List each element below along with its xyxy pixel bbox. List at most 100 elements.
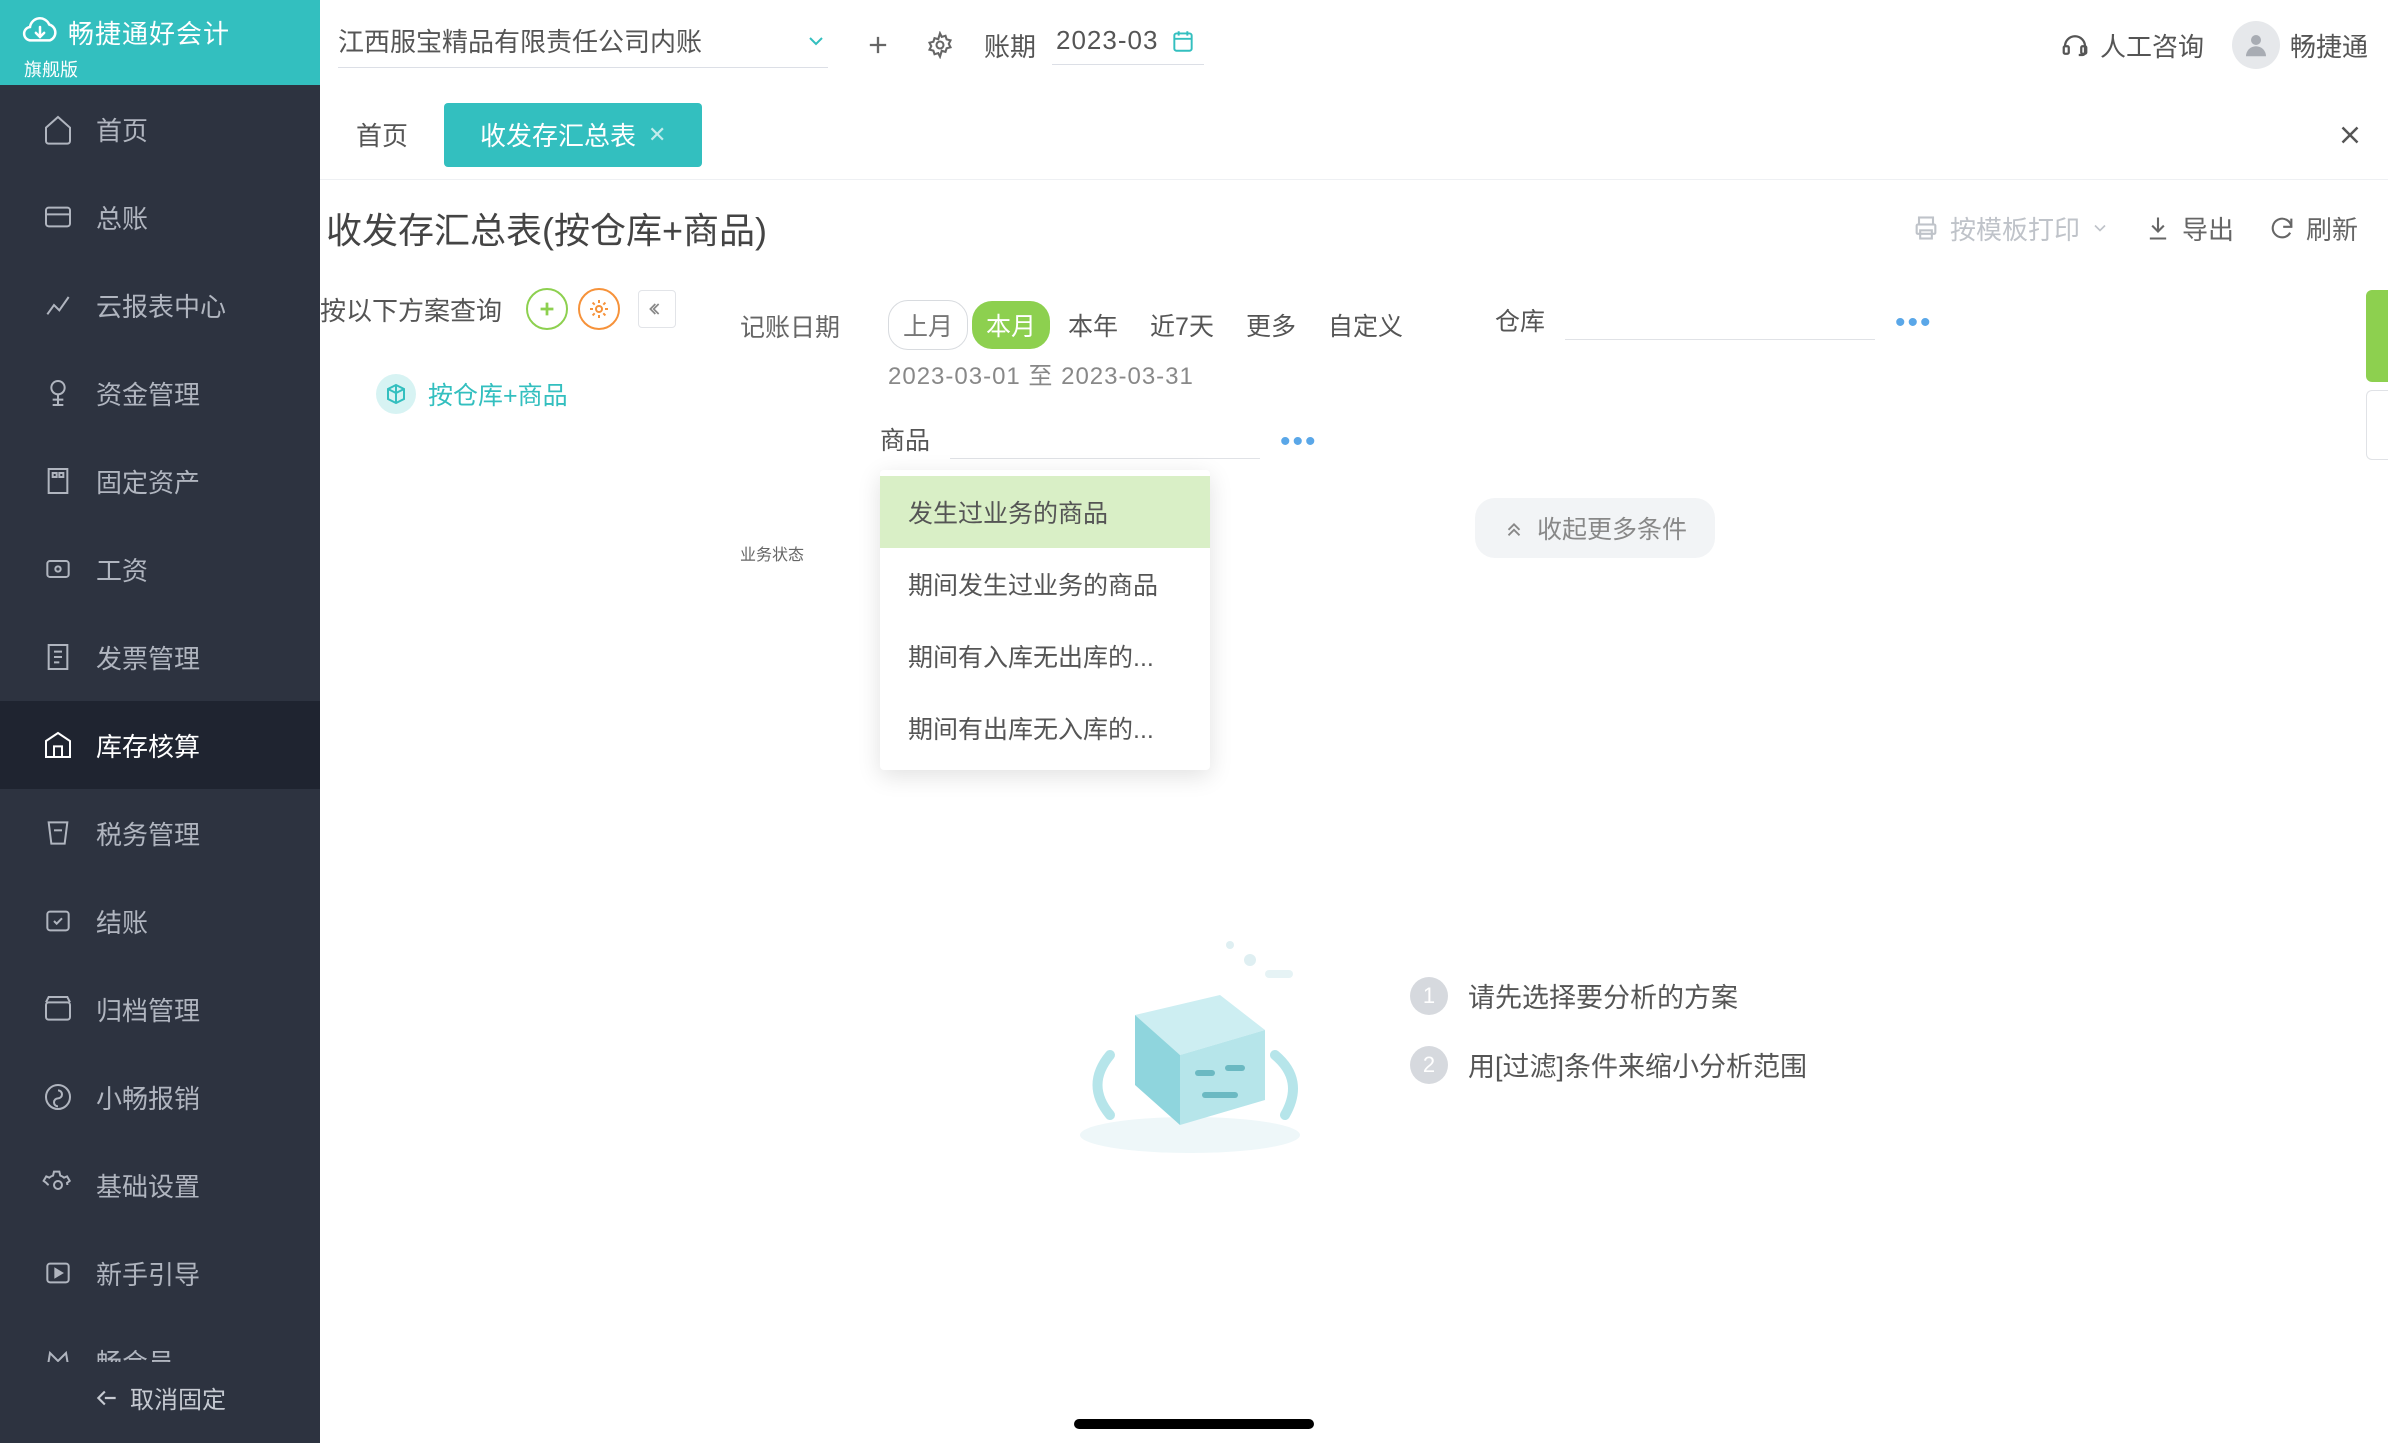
collapse-panel-button[interactable]: [638, 290, 676, 328]
query-button[interactable]: [2366, 290, 2388, 382]
pill-custom[interactable]: 自定义: [1314, 301, 1417, 349]
period-select[interactable]: 2023-03: [1052, 25, 1204, 65]
scheme-panel: 按以下方案查询 按仓库+商品: [320, 288, 676, 414]
plus-icon[interactable]: [864, 31, 892, 59]
empty-illustration: [1040, 900, 1340, 1160]
user-menu[interactable]: 畅捷通: [2232, 21, 2368, 69]
collapse-label: 收起更多条件: [1537, 510, 1687, 546]
status-option-0[interactable]: 发生过业务的商品: [880, 476, 1210, 548]
nav-salary[interactable]: 工资: [0, 525, 320, 613]
avatar: [2232, 21, 2280, 69]
step-number: 2: [1410, 1046, 1448, 1084]
status-dropdown: 发生过业务的商品 期间发生过业务的商品 期间有入库无出库的... 期间有出库无入…: [880, 470, 1210, 770]
gear-icon[interactable]: [926, 31, 954, 59]
nav-label: 发票管理: [96, 639, 200, 676]
warehouse-more[interactable]: •••: [1895, 300, 1933, 340]
product-input[interactable]: [950, 419, 1260, 459]
status-option-3[interactable]: 期间有出库无入库的...: [880, 692, 1210, 764]
nav-label: 基础设置: [96, 1167, 200, 1204]
nav-guide[interactable]: 新手引导: [0, 1229, 320, 1317]
nav-label: 资金管理: [96, 375, 200, 412]
sidebar: 畅捷通好会计 旗舰版 首页 总账 云报表中心 资金管理 固定资产 工资 发票管理…: [0, 0, 320, 1443]
company-name: 江西服宝精品有限责任公司内账: [338, 22, 702, 59]
nav-fixed-assets[interactable]: 固定资产: [0, 437, 320, 525]
refresh-label: 刷新: [2306, 210, 2358, 247]
scheme-settings-button[interactable]: [578, 288, 620, 330]
nav-home[interactable]: 首页: [0, 85, 320, 173]
scheme-item[interactable]: 按仓库+商品: [376, 374, 676, 414]
date-pill-group: 上月 本月 本年 近7天 更多 自定义: [888, 300, 1417, 350]
cloud-logo-icon: [20, 12, 60, 52]
add-scheme-button[interactable]: [526, 288, 568, 330]
pill-more[interactable]: 更多: [1232, 301, 1310, 349]
nav-label: 畅会员: [96, 1343, 174, 1363]
status-option-1[interactable]: 期间发生过业务的商品: [880, 548, 1210, 620]
user-icon: [2241, 30, 2271, 60]
status-option-2[interactable]: 期间有入库无出库的...: [880, 620, 1210, 692]
box-robot-icon: [1040, 900, 1340, 1160]
headset-icon: [2060, 30, 2090, 60]
print-label: 按模板打印: [1950, 210, 2080, 247]
nav-archive[interactable]: 归档管理: [0, 965, 320, 1053]
pill-this-month[interactable]: 本月: [972, 301, 1050, 349]
collapse-conditions[interactable]: 收起更多条件: [1475, 498, 1715, 558]
nav-membership[interactable]: 畅会员: [0, 1317, 320, 1362]
nav-label: 新手引导: [96, 1255, 200, 1292]
company-select[interactable]: 江西服宝精品有限责任公司内账: [338, 22, 828, 68]
customer-service[interactable]: 人工咨询: [2060, 27, 2204, 64]
printer-icon: [1912, 214, 1940, 242]
nav-label: 税务管理: [96, 815, 200, 852]
tab-home[interactable]: 首页: [320, 103, 444, 167]
nav-inventory[interactable]: 库存核算: [0, 701, 320, 789]
export-label: 导出: [2182, 210, 2234, 247]
pill-last-month[interactable]: 上月: [888, 300, 968, 350]
nav-tax[interactable]: 税务管理: [0, 789, 320, 877]
product-more[interactable]: •••: [1280, 419, 1318, 459]
sidebar-unpin[interactable]: 取消固定: [0, 1362, 320, 1443]
nav-list: 首页 总账 云报表中心 资金管理 固定资产 工资 发票管理 库存核算 税务管理 …: [0, 85, 320, 1362]
warehouse-input[interactable]: [1565, 300, 1875, 340]
nav-reports[interactable]: 云报表中心: [0, 261, 320, 349]
brand-edition: 旗舰版: [24, 56, 300, 82]
chevron-down-icon: [2090, 218, 2110, 238]
nav-label: 总账: [96, 199, 148, 236]
tab-close-icon[interactable]: ✕: [648, 122, 666, 148]
refresh-button[interactable]: 刷新: [2268, 210, 2358, 247]
nav-invoice[interactable]: 发票管理: [0, 613, 320, 701]
nav-funds[interactable]: 资金管理: [0, 349, 320, 437]
page-header: 收发存汇总表(按仓库+商品) 按模板打印 导出 刷新: [320, 180, 2388, 276]
nav-settings[interactable]: 基础设置: [0, 1141, 320, 1229]
nav-ledger[interactable]: 总账: [0, 173, 320, 261]
nav-closing[interactable]: 结账: [0, 877, 320, 965]
empty-state: 1 请先选择要分析的方案 2 用[过滤]条件来缩小分析范围: [1040, 900, 1807, 1160]
nav-label: 固定资产: [96, 463, 200, 500]
unpin-label: 取消固定: [130, 1380, 226, 1415]
page-title: 收发存汇总表(按仓库+商品): [326, 202, 767, 254]
empty-step-2: 2 用[过滤]条件来缩小分析范围: [1410, 1045, 1807, 1084]
refresh-icon: [2268, 214, 2296, 242]
calendar-icon: [1170, 28, 1196, 54]
empty-step-1: 1 请先选择要分析的方案: [1410, 976, 1807, 1015]
print-button[interactable]: 按模板打印: [1912, 210, 2110, 247]
cube-icon: [384, 382, 408, 406]
pill-this-year[interactable]: 本年: [1054, 301, 1132, 349]
nav-label: 工资: [96, 551, 148, 588]
nav-label: 归档管理: [96, 991, 200, 1028]
date-label: 记账日期: [740, 300, 860, 344]
step-text: 用[过滤]条件来缩小分析范围: [1468, 1045, 1807, 1084]
nav-label: 结账: [96, 903, 148, 940]
step-number: 1: [1410, 977, 1448, 1015]
gear-icon: [587, 297, 611, 321]
nav-label: 云报表中心: [96, 287, 226, 324]
secondary-side-button[interactable]: [2366, 390, 2388, 460]
nav-expense[interactable]: 小畅报销: [0, 1053, 320, 1141]
scheme-hint: 按以下方案查询: [320, 291, 502, 328]
scheme-item-label: 按仓库+商品: [428, 376, 568, 412]
brand-name: 畅捷通好会计: [68, 14, 230, 51]
tab-report[interactable]: 收发存汇总表 ✕: [444, 103, 702, 167]
logo-block: 畅捷通好会计 旗舰版: [0, 0, 320, 85]
pill-7days[interactable]: 近7天: [1136, 301, 1228, 349]
tab-label: 收发存汇总表: [480, 116, 636, 153]
close-all-tabs[interactable]: [2326, 111, 2374, 159]
export-button[interactable]: 导出: [2144, 210, 2234, 247]
